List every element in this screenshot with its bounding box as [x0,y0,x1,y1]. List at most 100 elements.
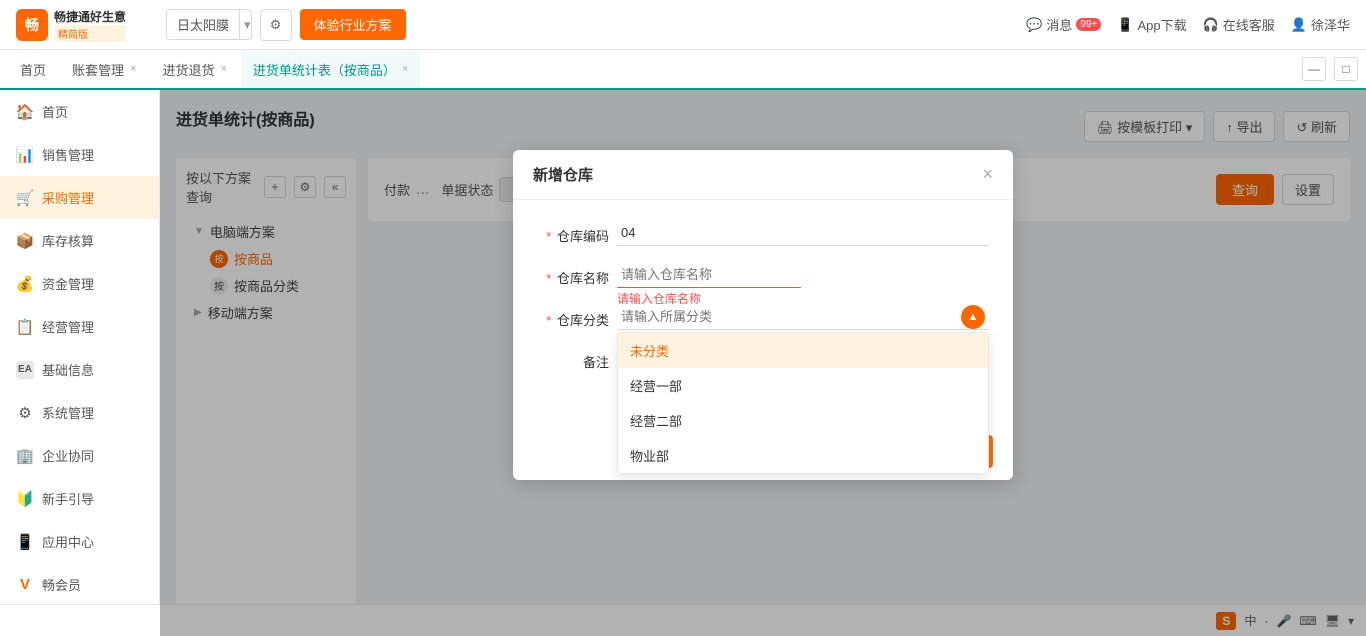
sidebar-item-purchase[interactable]: 🛒 采购管理 [0,176,159,219]
tab-home-label: 首页 [20,60,46,79]
appcenter-icon: 📱 [16,533,34,551]
tab-purchase-stats-close[interactable]: × [402,63,408,75]
sidebar-item-purchase-label: 采购管理 [42,188,94,207]
sidebar-item-basic-label: 基础信息 [42,360,94,379]
tab-account-label: 账套管理 [72,60,124,79]
avatar-icon: 👤 [1291,17,1307,33]
dropdown-item-2[interactable]: 经营二部 [618,403,988,438]
sidebar-item-operations[interactable]: 📋 经营管理 [0,305,159,348]
try-industry-button[interactable]: 体验行业方案 [300,9,406,40]
system-icon: ⚙ [16,404,34,422]
sidebar-item-finance[interactable]: 💰 资金管理 [0,262,159,305]
header-right: 💬 消息 99+ 📱 App下载 🎧 在线客服 👤 徐泽华 [1026,15,1350,34]
tab-purchase-stats[interactable]: 进货单统计表（按商品） × [241,50,420,90]
sidebar-item-appcenter-label: 应用中心 [42,532,94,551]
phone-icon: 📱 [1117,17,1133,33]
tab-bar-actions: — □ [1302,50,1358,88]
sidebar-item-newbie[interactable]: 🔰 新手引导 [0,477,159,520]
purchase-icon: 🛒 [16,189,34,207]
tab-bar: 首页 账套管理 × 进货退货 × 进货单统计表（按商品） × — □ [0,50,1366,90]
tab-account-close[interactable]: × [130,63,136,75]
form-row-category: * 仓库分类 ▲ 未分类 经营一部 经营二部 物业部 [537,304,989,330]
logo-icon: 畅 [16,9,48,41]
sidebar-item-vip-label: 畅会员 [42,575,81,594]
modal-close-button[interactable]: × [982,164,993,185]
category-dropdown-btn[interactable]: ▲ [961,305,985,329]
enterprise-icon: 🏢 [16,447,34,465]
form-note-label: 备注 [537,346,617,371]
tab-purchase-return[interactable]: 进货退货 × [150,50,238,90]
main-layout: 🏠 首页 📊 销售管理 🛒 采购管理 📦 库存核算 💰 资金管理 📋 经营管理 … [0,90,1366,636]
logo-area: 畅 畅捷通好生意 精简版 [16,8,166,42]
top-header: 畅 畅捷通好生意 精简版 日太阳膜 ▾ ⚙ 体验行业方案 💬 消息 99+ 📱 … [0,0,1366,50]
sidebar-item-basic[interactable]: EA 基础信息 [0,348,159,391]
gear-icon: ⚙ [270,17,282,33]
search-wrapper: 日太阳膜 ▾ [166,9,252,40]
required-star-category: * [546,313,551,328]
sidebar-item-home[interactable]: 🏠 首页 [0,90,159,133]
finance-icon: 💰 [16,275,34,293]
content-area: 进货单统计(按商品) 🖨 按模板打印 ▾ ↑ 导出 ↺ 刷新 [160,90,1366,636]
online-service-btn[interactable]: 🎧 在线客服 [1203,15,1275,34]
sidebar-item-system[interactable]: ⚙ 系统管理 [0,391,159,434]
sidebar-item-inventory-label: 库存核算 [42,231,94,250]
search-select-btn[interactable]: 日太阳膜 [167,10,240,39]
form-code-label: * 仓库编码 [537,220,617,245]
modal-new-warehouse: 新增仓库 × * 仓库编码 [513,150,1013,480]
sidebar-item-operations-label: 经营管理 [42,317,94,336]
sidebar-item-vip[interactable]: V 畅会员 [0,563,159,606]
category-input[interactable] [617,304,989,330]
headset-icon: 🎧 [1203,17,1219,33]
warehouse-code-input[interactable] [617,220,989,246]
sidebar-item-newbie-label: 新手引导 [42,489,94,508]
header-search: 日太阳膜 ▾ ⚙ 体验行业方案 [166,9,1026,41]
sidebar-item-home-label: 首页 [42,102,68,121]
basic-icon: EA [16,361,34,379]
category-select-wrapper: ▲ 未分类 经营一部 经营二部 物业部 [617,304,989,330]
app-download-btn[interactable]: 📱 App下载 [1117,15,1186,34]
required-star-name: * [546,271,551,286]
dropdown-item-0[interactable]: 未分类 [618,333,988,368]
sidebar-item-finance-label: 资金管理 [42,274,94,293]
tab-purchase-return-label: 进货退货 [162,60,214,79]
warehouse-name-input[interactable] [617,262,801,288]
modal-body: * 仓库编码 * 仓库名称 [513,200,1013,423]
inventory-icon: 📦 [16,232,34,250]
category-dropdown-list: 未分类 经营一部 经营二部 物业部 [617,332,989,474]
tab-home[interactable]: 首页 [8,50,58,90]
form-row-code: * 仓库编码 [537,220,989,246]
modal-overlay: 新增仓库 × * 仓库编码 [160,90,1366,636]
form-category-label: * 仓库分类 [537,304,617,329]
tab-purchase-stats-label: 进货单统计表（按商品） [253,60,396,79]
modal-header: 新增仓库 × [513,150,1013,200]
dropdown-item-3[interactable]: 物业部 [618,438,988,473]
dropdown-item-1[interactable]: 经营一部 [618,368,988,403]
sidebar-item-enterprise[interactable]: 🏢 企业协同 [0,434,159,477]
logo-text: 畅捷通好生意 精简版 [54,8,126,42]
form-row-name: * 仓库名称 请输入仓库名称 [537,262,989,288]
sidebar-item-enterprise-label: 企业协同 [42,446,94,465]
sidebar-item-system-label: 系统管理 [42,403,94,422]
required-star: * [546,229,551,244]
sidebar-item-sales-label: 销售管理 [42,145,94,164]
home-icon: 🏠 [16,103,34,121]
user-avatar[interactable]: 👤 徐泽华 [1291,15,1350,34]
vip-icon: V [16,576,34,594]
sales-icon: 📊 [16,146,34,164]
sidebar-item-inventory[interactable]: 📦 库存核算 [0,219,159,262]
modal-title: 新增仓库 [533,164,593,185]
tab-account[interactable]: 账套管理 × [60,50,148,90]
gear-button[interactable]: ⚙ [260,9,292,41]
sidebar-item-sales[interactable]: 📊 销售管理 [0,133,159,176]
message-btn[interactable]: 💬 消息 99+ [1026,15,1101,34]
message-icon: 💬 [1026,17,1042,33]
sidebar: 🏠 首页 📊 销售管理 🛒 采购管理 📦 库存核算 💰 资金管理 📋 经营管理 … [0,90,160,636]
chevron-down-icon: ▾ [244,17,251,33]
newbie-icon: 🔰 [16,490,34,508]
sidebar-item-appcenter[interactable]: 📱 应用中心 [0,520,159,563]
tab-maximize-btn[interactable]: □ [1334,57,1358,81]
tab-purchase-return-close[interactable]: × [220,63,226,75]
form-name-label: * 仓库名称 [537,262,617,287]
operations-icon: 📋 [16,318,34,336]
tab-minimize-btn[interactable]: — [1302,57,1326,81]
